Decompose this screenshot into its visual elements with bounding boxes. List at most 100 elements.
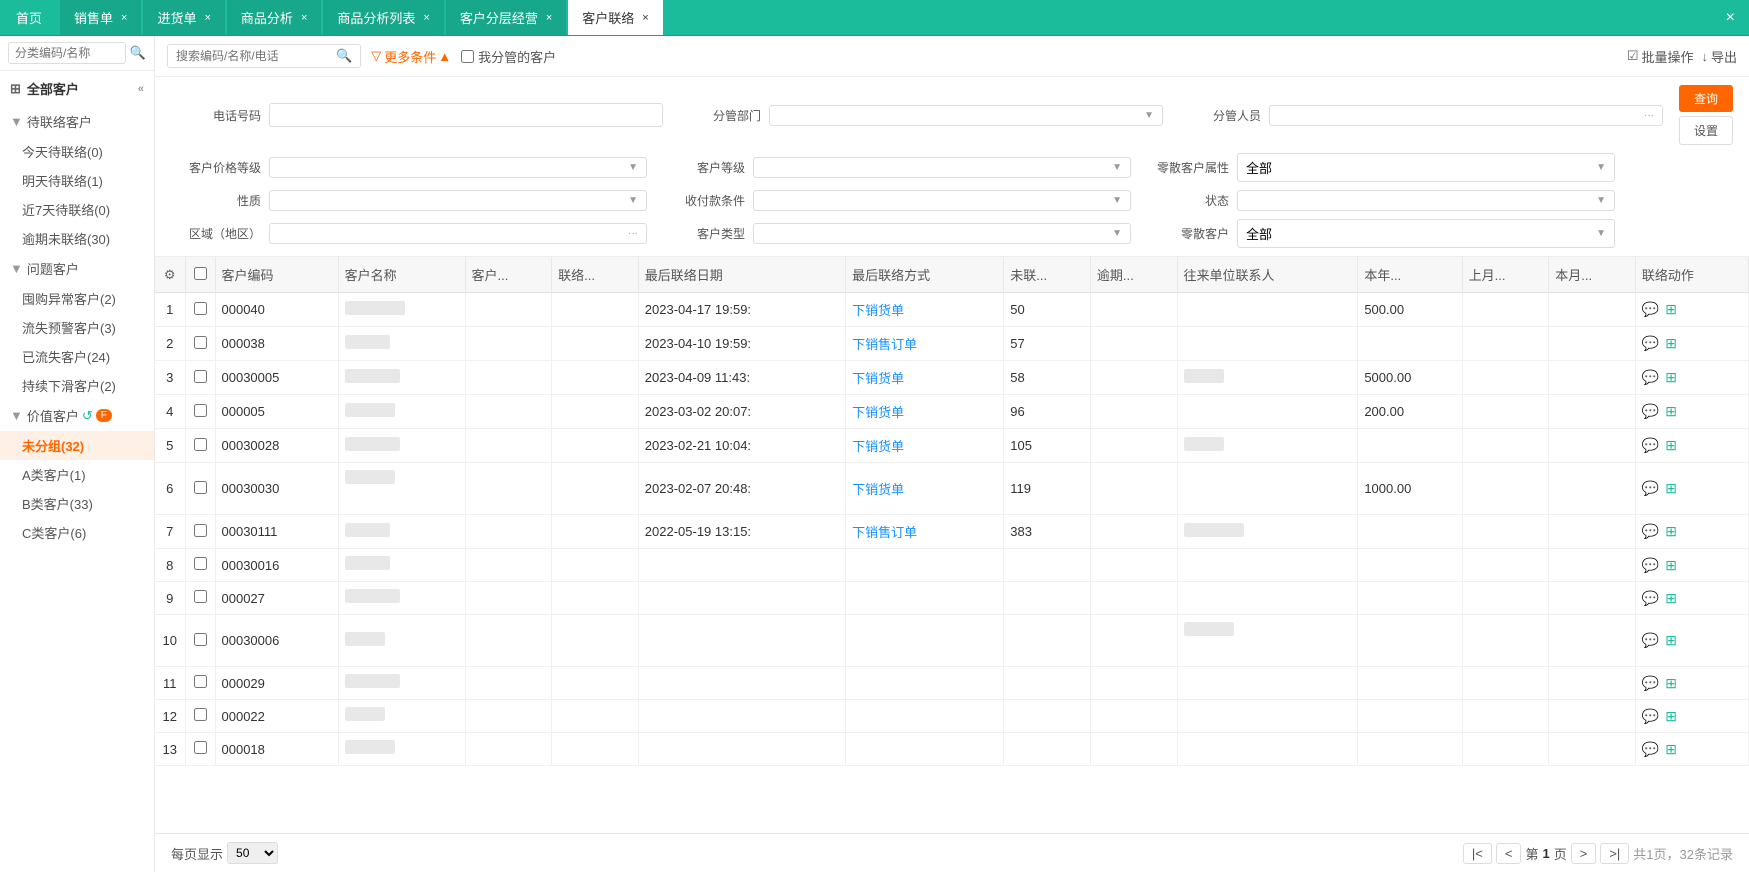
tab-purchase-close[interactable]: × [204,12,210,24]
settings-col[interactable]: ⚙ [155,257,185,293]
grid-action-icon[interactable]: ⊞ [1665,523,1677,540]
message-icon[interactable]: 💬 [1642,708,1659,725]
grid-action-icon[interactable]: ⊞ [1665,301,1677,318]
grid-action-icon[interactable]: ⊞ [1665,557,1677,574]
row-checkbox[interactable] [194,708,207,721]
last-method-link[interactable]: 下销货单 [852,405,904,420]
my-customers-filter[interactable]: 我分管的客户 [461,47,556,66]
collapse-icon[interactable]: « [138,83,144,95]
filter-search-icon[interactable]: 🔍 [336,48,352,64]
row-checkbox[interactable] [194,557,207,570]
reset-btn[interactable]: 设置 [1679,116,1733,145]
tab-analysis-list[interactable]: 商品分析列表 × [323,0,443,35]
tab-analysis-close[interactable]: × [301,12,307,24]
row-checkbox-cell[interactable] [185,515,215,549]
sidebar-item-b-class[interactable]: B类客户(33) [0,489,154,518]
status-select[interactable]: ▼ [1237,190,1615,211]
row-checkbox-cell[interactable] [185,549,215,582]
last-method-link[interactable]: 下销货单 [852,303,904,318]
tab-purchase[interactable]: 进货单 × [143,0,224,35]
tab-customer-contact-close[interactable]: × [642,12,648,24]
last-method-link[interactable]: 下销售订单 [852,337,917,352]
refresh-icon[interactable]: ↺ [82,408,93,424]
row-checkbox[interactable] [194,336,207,349]
message-icon[interactable]: 💬 [1642,437,1659,454]
sidebar-problem-group[interactable]: ▼ 问题客户 [0,253,154,284]
retail-select[interactable]: 全部 ▼ [1237,219,1615,248]
sidebar-search-input[interactable] [8,42,126,64]
per-page-select[interactable]: 50 100 200 [227,842,278,864]
message-icon[interactable]: 💬 [1642,301,1659,318]
message-icon[interactable]: 💬 [1642,369,1659,386]
row-checkbox-cell[interactable] [185,667,215,700]
message-icon[interactable]: 💬 [1642,523,1659,540]
last-method-link[interactable]: 下销货单 [852,371,904,386]
row-checkbox[interactable] [194,741,207,754]
tab-customer-contact[interactable]: 客户联络 × [568,0,662,35]
prev-page-btn[interactable]: < [1496,843,1522,864]
price-level-select[interactable]: ▼ [269,157,647,178]
tab-analysis[interactable]: 商品分析 × [227,0,321,35]
grid-action-icon[interactable]: ⊞ [1665,590,1677,607]
last-method-link[interactable]: 下销货单 [852,482,904,497]
my-customers-checkbox[interactable] [461,50,474,63]
row-checkbox[interactable] [194,633,207,646]
sidebar-item-declining[interactable]: 持续下滑客户(2) [0,371,154,400]
tab-sales-close[interactable]: × [121,12,127,24]
sidebar-score-group[interactable]: ▼ 价值客户 ↺ F [0,400,154,431]
row-checkbox-cell[interactable] [185,463,215,515]
retail-attr-select[interactable]: 全部 ▼ [1237,153,1615,182]
last-method-link[interactable]: 下销售订单 [852,525,917,540]
grid-action-icon[interactable]: ⊞ [1665,675,1677,692]
tab-analysis-list-close[interactable]: × [423,12,429,24]
row-checkbox[interactable] [194,404,207,417]
tab-customer-mgmt[interactable]: 客户分层经营 × [446,0,566,35]
sidebar-item-c-class[interactable]: C类客户(6) [0,518,154,547]
row-checkbox-cell[interactable] [185,361,215,395]
next-page-btn[interactable]: > [1571,843,1597,864]
row-checkbox-cell[interactable] [185,429,215,463]
grid-action-icon[interactable]: ⊞ [1665,708,1677,725]
sidebar-item-a-class[interactable]: A类客户(1) [0,460,154,489]
batch-op-btn[interactable]: ☑ 批量操作 [1627,47,1694,66]
grid-action-icon[interactable]: ⊞ [1665,437,1677,454]
message-icon[interactable]: 💬 [1642,557,1659,574]
grid-action-icon[interactable]: ⊞ [1665,632,1677,649]
sidebar-item-ungroup[interactable]: 未分组(32) [0,431,154,460]
nature-select[interactable]: ▼ [269,190,647,211]
tab-home[interactable]: 首页 [0,0,58,35]
row-checkbox-cell[interactable] [185,733,215,766]
message-icon[interactable]: 💬 [1642,741,1659,758]
window-close-btn[interactable]: × [1712,9,1749,27]
dept-select[interactable]: ▼ [769,105,1163,126]
region-select[interactable]: ··· [269,223,647,244]
grid-action-icon[interactable]: ⊞ [1665,480,1677,497]
row-checkbox[interactable] [194,524,207,537]
phone-input[interactable] [269,103,663,127]
row-checkbox[interactable] [194,370,207,383]
row-checkbox[interactable] [194,302,207,315]
grid-action-icon[interactable]: ⊞ [1665,335,1677,352]
sidebar-item-tomorrow-pending[interactable]: 明天待联络(1) [0,166,154,195]
region-dots[interactable]: ··· [628,228,638,239]
grid-action-icon[interactable]: ⊞ [1665,369,1677,386]
last-method-link[interactable]: 下销货单 [852,439,904,454]
payment-select[interactable]: ▼ [753,190,1131,211]
row-checkbox-cell[interactable] [185,293,215,327]
more-conditions-btn[interactable]: ▽ 更多条件 ▲ [371,47,451,66]
select-all-col[interactable] [185,257,215,293]
select-all-checkbox[interactable] [194,267,207,280]
row-checkbox-cell[interactable] [185,615,215,667]
grid-action-icon[interactable]: ⊞ [1665,741,1677,758]
customer-level-select[interactable]: ▼ [753,157,1131,178]
row-checkbox[interactable] [194,675,207,688]
manager-dots[interactable]: ··· [1644,110,1654,121]
sidebar-item-overdue-pending[interactable]: 逾期未联络(30) [0,224,154,253]
export-btn[interactable]: ↓ 导出 [1701,47,1737,66]
customer-type-select[interactable]: ▼ [753,223,1131,244]
query-btn[interactable]: 查询 [1679,85,1733,112]
sidebar-item-churn-warn[interactable]: 流失预警客户(3) [0,313,154,342]
row-checkbox[interactable] [194,438,207,451]
sidebar-item-7days-pending[interactable]: 近7天待联络(0) [0,195,154,224]
tab-customer-mgmt-close[interactable]: × [546,12,552,24]
